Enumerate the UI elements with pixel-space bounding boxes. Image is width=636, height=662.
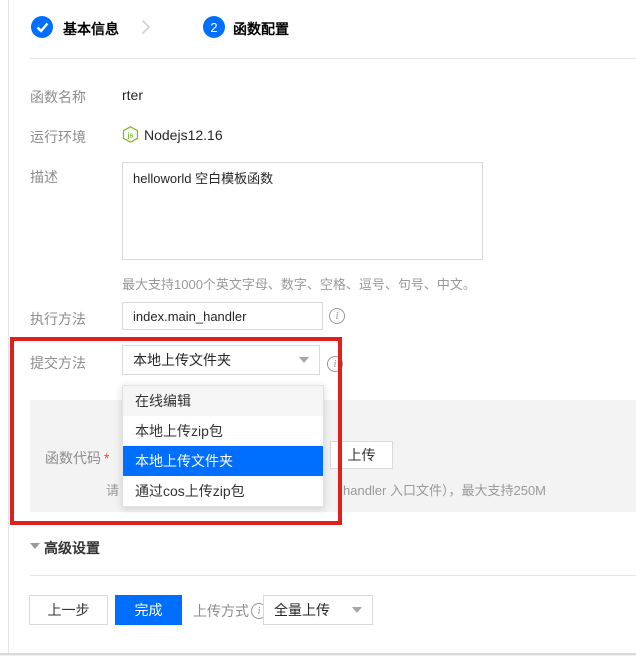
chevron-down-icon (299, 357, 309, 363)
stepper-divider (30, 58, 636, 59)
dropdown-option-cos-zip[interactable]: 通过cos上传zip包 (123, 476, 323, 506)
function-code-label-text: 函数代码 (45, 450, 101, 466)
name-value: rter (122, 87, 143, 103)
triangle-down-icon (30, 543, 40, 549)
dropdown-option-upload-zip[interactable]: 本地上传zip包 (123, 416, 323, 446)
advanced-settings-toggle[interactable]: 高级设置 (44, 538, 100, 558)
required-asterisk: * (104, 450, 109, 466)
upload-button[interactable]: 上传 (330, 441, 393, 469)
dropdown-option-upload-folder[interactable]: 本地上传文件夹 (123, 446, 323, 476)
finish-button[interactable]: 完成 (115, 595, 182, 625)
step1-done-circle (31, 16, 53, 38)
function-config-page: 基本信息 2 函数配置 函数名称 rter 运行环境 js Nodejs12.1… (0, 0, 636, 662)
dropdown-option-online-edit[interactable]: 在线编辑 (123, 386, 323, 416)
handler-info-icon[interactable]: i (329, 308, 345, 324)
step2-label: 函数配置 (233, 19, 289, 39)
handler-label: 执行方法 (30, 309, 86, 329)
upload-hint-left-fragment: 请 (106, 480, 119, 499)
footer-divider (30, 575, 636, 576)
previous-step-button[interactable]: 上一步 (29, 595, 108, 625)
submit-method-label: 提交方法 (30, 353, 86, 373)
runtime-value: Nodejs12.16 (144, 127, 223, 143)
step1-label[interactable]: 基本信息 (63, 19, 119, 39)
step2-number: 2 (210, 20, 217, 35)
function-code-label: 函数代码* (45, 448, 109, 468)
runtime-label: 运行环境 (30, 127, 86, 147)
description-label: 描述 (30, 167, 58, 187)
left-border (8, 0, 9, 653)
upload-mode-label-row: 上传方式 i (193, 601, 267, 621)
nodejs-icon: js (122, 126, 139, 143)
upload-mode-value: 全量上传 (274, 600, 330, 620)
svg-text:js: js (127, 132, 134, 139)
description-hint: 最大支持1000个英文字母、数字、空格、逗号、句号、中文。 (122, 274, 476, 293)
check-icon (36, 22, 49, 33)
name-label: 函数名称 (30, 87, 86, 107)
chevron-down-icon (352, 607, 362, 613)
step2-number-circle: 2 (203, 16, 225, 38)
upload-hint-right-fragment: handler 入口文件），最大支持250M (343, 480, 546, 499)
upload-mode-select[interactable]: 全量上传 (263, 595, 373, 625)
handler-input[interactable] (122, 302, 323, 330)
upload-mode-label: 上传方式 (193, 601, 249, 621)
bottom-border-shadow (0, 655, 636, 656)
chevron-right-icon (141, 19, 151, 35)
submit-method-info-icon[interactable]: i (327, 356, 343, 372)
submit-method-select[interactable]: 本地上传文件夹 (122, 345, 320, 375)
description-textarea[interactable]: helloworld 空白模板函数 (122, 162, 483, 260)
submit-method-value: 本地上传文件夹 (133, 350, 231, 370)
submit-method-dropdown-menu: 在线编辑 本地上传zip包 本地上传文件夹 通过cos上传zip包 (122, 385, 324, 507)
